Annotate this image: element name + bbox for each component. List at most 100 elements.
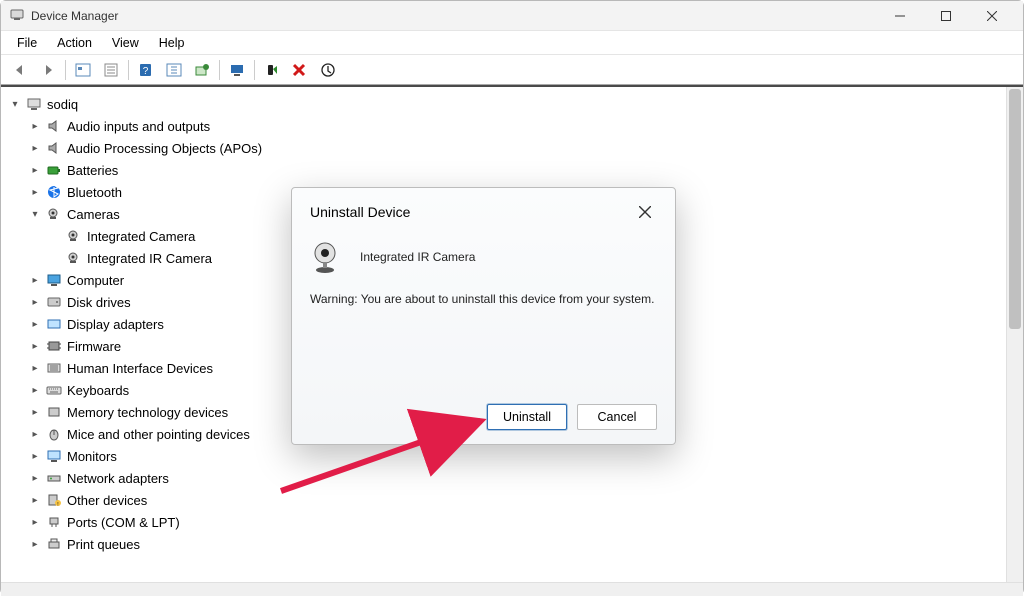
tree-item-apo[interactable]: ▸ Audio Processing Objects (APOs) [29, 137, 1002, 159]
minimize-button[interactable] [877, 1, 923, 31]
tree-leaf-label: Integrated Camera [87, 229, 195, 244]
enable-button[interactable] [259, 58, 285, 82]
tree-item-label: Firmware [67, 339, 121, 354]
tree-item-monitors[interactable]: ▸ Monitors [29, 445, 1002, 467]
chevron-right-icon[interactable]: ▸ [29, 406, 41, 418]
chevron-right-icon[interactable]: ▸ [29, 318, 41, 330]
memory-icon [45, 404, 63, 420]
tree-item-label: Audio inputs and outputs [67, 119, 210, 134]
tree-item-label: Ports (COM & LPT) [67, 515, 180, 530]
show-hidden-button[interactable] [70, 58, 96, 82]
tree-item-label: Memory technology devices [67, 405, 228, 420]
unknown-icon: ! [45, 492, 63, 508]
tree-item-audio-io[interactable]: ▸ Audio inputs and outputs [29, 115, 1002, 137]
chip-icon [45, 338, 63, 354]
help-button[interactable]: ? [133, 58, 159, 82]
computer-icon [25, 96, 43, 112]
tree-item-label: Keyboards [67, 383, 129, 398]
tool-bar: ? [1, 55, 1023, 85]
chevron-right-icon[interactable]: ▸ [29, 472, 41, 484]
tree-item-label: Computer [67, 273, 124, 288]
tree-item-other[interactable]: ▸! Other devices [29, 489, 1002, 511]
dialog-warning-text: Warning: You are about to uninstall this… [310, 292, 657, 306]
tree-item-label: Disk drives [67, 295, 131, 310]
toolbar-separator [254, 60, 255, 80]
monitor-button[interactable] [224, 58, 250, 82]
tree-item-label: Cameras [67, 207, 120, 222]
network-icon [45, 470, 63, 486]
close-button[interactable] [969, 1, 1015, 31]
camera-icon [65, 250, 83, 266]
back-button[interactable] [7, 58, 33, 82]
tree-item-label: Network adapters [67, 471, 169, 486]
uninstall-button[interactable] [287, 58, 313, 82]
port-icon [45, 514, 63, 530]
tree-item-label: Print queues [67, 537, 140, 552]
hid-icon [45, 360, 63, 376]
update-driver-button[interactable] [189, 58, 215, 82]
chevron-right-icon[interactable]: ▸ [29, 362, 41, 374]
dialog-body: Integrated IR Camera Warning: You are ab… [310, 234, 657, 404]
tree-item-label: Bluetooth [67, 185, 122, 200]
tree-item-label: Batteries [67, 163, 118, 178]
chevron-right-icon[interactable]: ▸ [29, 274, 41, 286]
scan-button[interactable] [161, 58, 187, 82]
tree-root[interactable]: ▾ sodiq [9, 93, 1002, 115]
scan-hardware-button[interactable] [315, 58, 341, 82]
chevron-right-icon[interactable]: ▸ [29, 186, 41, 198]
tree-item-label: Mice and other pointing devices [67, 427, 250, 442]
horizontal-scrollbar[interactable] [1, 582, 1023, 596]
battery-icon [45, 162, 63, 178]
camera-icon [45, 206, 63, 222]
chevron-down-icon[interactable]: ▾ [9, 98, 21, 110]
tree-root-label: sodiq [47, 97, 78, 112]
cancel-button[interactable]: Cancel [577, 404, 657, 430]
chevron-right-icon[interactable]: ▸ [29, 538, 41, 550]
uninstall-confirm-button[interactable]: Uninstall [487, 404, 567, 430]
chevron-down-icon[interactable]: ▾ [29, 208, 41, 220]
chevron-right-icon[interactable]: ▸ [29, 494, 41, 506]
app-icon [9, 6, 25, 25]
svg-text:?: ? [143, 66, 149, 77]
chevron-right-icon[interactable]: ▸ [29, 120, 41, 132]
menu-view[interactable]: View [102, 34, 149, 52]
maximize-button[interactable] [923, 1, 969, 31]
keyboard-icon [45, 382, 63, 398]
chevron-right-icon[interactable]: ▸ [29, 428, 41, 440]
chevron-right-icon[interactable]: ▸ [29, 516, 41, 528]
menu-bar: File Action View Help [1, 31, 1023, 55]
dialog-close-button[interactable] [633, 200, 657, 224]
toolbar-separator [65, 60, 66, 80]
forward-button[interactable] [35, 58, 61, 82]
camera-icon-large [310, 240, 344, 274]
tree-leaf-label: Integrated IR Camera [87, 251, 212, 266]
chevron-right-icon[interactable]: ▸ [29, 450, 41, 462]
chevron-right-icon[interactable]: ▸ [29, 340, 41, 352]
tree-item-batteries[interactable]: ▸ Batteries [29, 159, 1002, 181]
chevron-right-icon[interactable]: ▸ [29, 164, 41, 176]
bluetooth-icon [45, 184, 63, 200]
tree-item-label: Other devices [67, 493, 147, 508]
dialog-button-row: Uninstall Cancel [310, 404, 657, 430]
speaker-icon [45, 140, 63, 156]
tree-item-ports[interactable]: ▸ Ports (COM & LPT) [29, 511, 1002, 533]
menu-action[interactable]: Action [47, 34, 102, 52]
properties-button[interactable] [98, 58, 124, 82]
chevron-right-icon[interactable]: ▸ [29, 384, 41, 396]
chevron-right-icon[interactable]: ▸ [29, 296, 41, 308]
scrollbar-thumb[interactable] [1009, 89, 1021, 329]
menu-file[interactable]: File [7, 34, 47, 52]
gpu-icon [45, 316, 63, 332]
speaker-icon [45, 118, 63, 134]
tree-item-network[interactable]: ▸ Network adapters [29, 467, 1002, 489]
title-bar: Device Manager [1, 1, 1023, 31]
dialog-title: Uninstall Device [310, 204, 410, 220]
camera-icon [65, 228, 83, 244]
tree-item-label: Audio Processing Objects (APOs) [67, 141, 262, 156]
tree-item-label: Monitors [67, 449, 117, 464]
menu-help[interactable]: Help [149, 34, 195, 52]
tree-item-print-queues[interactable]: ▸ Print queues [29, 533, 1002, 555]
disk-icon [45, 294, 63, 310]
vertical-scrollbar[interactable] [1006, 87, 1023, 582]
chevron-right-icon[interactable]: ▸ [29, 142, 41, 154]
